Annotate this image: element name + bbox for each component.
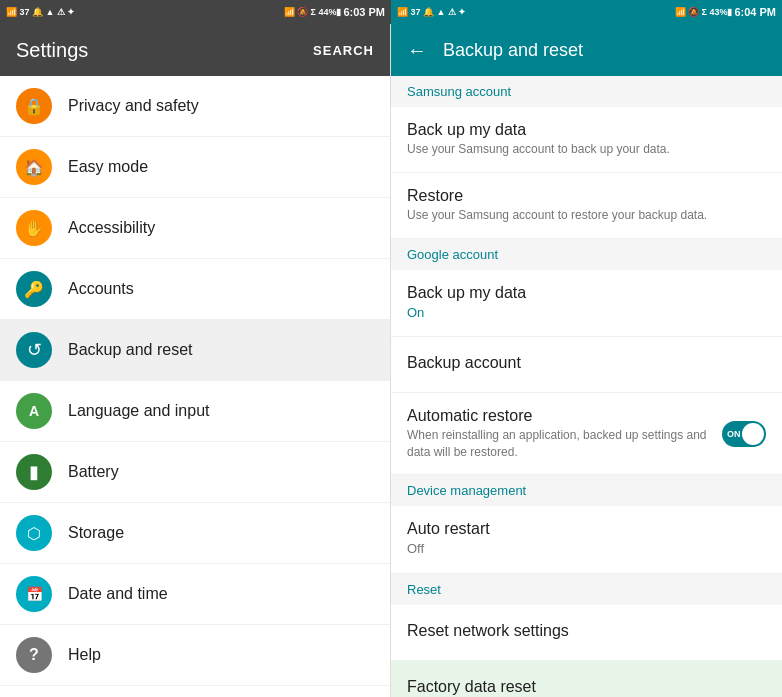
settings-title: Settings [16, 39, 88, 62]
left-status-icons: 📶 37 🔔 ▲ ⚠ ✦ [6, 7, 75, 17]
auto-restart-title: Auto restart [407, 520, 766, 538]
sidebar-item-backup[interactable]: ↺ Backup and reset [0, 320, 390, 381]
accounts-icon: 🔑 [16, 271, 52, 307]
backup-icon: ↺ [16, 332, 52, 368]
sidebar-item-label: Language and input [68, 402, 209, 420]
settings-header: Settings SEARCH [0, 24, 390, 76]
backup-my-data-google[interactable]: Back up my data On [391, 270, 782, 337]
right-status-bar: 📶 37 🔔 ▲ ⚠ ✦ 📶 🔕 Σ 43%▮ 6:04 PM [391, 0, 782, 24]
auto-restart-text: Auto restart Off [407, 520, 766, 558]
backup-my-data-samsung-text: Back up my data Use your Samsung account… [407, 121, 766, 158]
main-content: Settings SEARCH 🔒 Privacy and safety 🏠 E… [0, 24, 782, 697]
storage-icon: ⬡ [16, 515, 52, 551]
settings-panel: Settings SEARCH 🔒 Privacy and safety 🏠 E… [0, 24, 391, 697]
backup-my-data-google-status: On [407, 304, 766, 322]
toggle-on-label: ON [727, 429, 741, 439]
sidebar-item-label: Accessibility [68, 219, 155, 237]
accessibility-icon: ✋ [16, 210, 52, 246]
right-time: 6:04 PM [734, 6, 776, 18]
backup-panel: ← Backup and reset Samsung account Back … [391, 24, 782, 697]
left-battery-area: 📶 🔕 Σ 44%▮ 6:03 PM [284, 6, 386, 18]
auto-restore-text: Automatic restore When reinstalling an a… [407, 407, 722, 461]
datetime-icon: 📅 [16, 576, 52, 612]
back-button[interactable]: ← [407, 39, 427, 62]
sidebar-item-developer[interactable]: {} Developer options [0, 686, 390, 697]
sidebar-item-label: Backup and reset [68, 341, 193, 359]
sidebar-item-accessibility[interactable]: ✋ Accessibility [0, 198, 390, 259]
backup-account-text: Backup account [407, 354, 766, 374]
easy-mode-icon: 🏠 [16, 149, 52, 185]
backup-my-data-samsung-title: Back up my data [407, 121, 766, 139]
help-icon: ? [16, 637, 52, 673]
backup-my-data-samsung[interactable]: Back up my data Use your Samsung account… [391, 107, 782, 173]
sidebar-item-help[interactable]: ? Help [0, 625, 390, 686]
auto-restore-sub: When reinstalling an application, backed… [407, 427, 722, 461]
status-bars: 📶 37 🔔 ▲ ⚠ ✦ 📶 🔕 Σ 44%▮ 6:03 PM 📶 37 🔔 ▲… [0, 0, 782, 24]
auto-restore-toggle[interactable]: ON [722, 421, 766, 447]
right-battery-area: 📶 🔕 Σ 43%▮ 6:04 PM [675, 6, 777, 18]
backup-my-data-google-text: Back up my data On [407, 284, 766, 322]
sidebar-item-language[interactable]: A Language and input [0, 381, 390, 442]
backup-account-title: Backup account [407, 354, 766, 372]
battery-icon: ▮ [16, 454, 52, 490]
reset-network-title: Reset network settings [407, 622, 766, 640]
device-management-header: Device management [391, 475, 782, 506]
auto-restart[interactable]: Auto restart Off [391, 506, 782, 573]
auto-restart-status: Off [407, 540, 766, 558]
backup-my-data-google-title: Back up my data [407, 284, 766, 302]
restore-samsung-title: Restore [407, 187, 766, 205]
reset-network[interactable]: Reset network settings [391, 605, 782, 661]
sidebar-item-battery[interactable]: ▮ Battery [0, 442, 390, 503]
left-status-bar: 📶 37 🔔 ▲ ⚠ ✦ 📶 🔕 Σ 44%▮ 6:03 PM [0, 0, 391, 24]
sidebar-item-datetime[interactable]: 📅 Date and time [0, 564, 390, 625]
left-status-text: 📶 37 🔔 ▲ ⚠ ✦ [6, 7, 75, 17]
auto-restore-title: Automatic restore [407, 407, 722, 425]
sidebar-item-label: Help [68, 646, 101, 664]
settings-list: 🔒 Privacy and safety 🏠 Easy mode ✋ Acces… [0, 76, 390, 697]
auto-restore[interactable]: Automatic restore When reinstalling an a… [391, 393, 782, 476]
sidebar-item-easy-mode[interactable]: 🏠 Easy mode [0, 137, 390, 198]
reset-section-header: Reset [391, 574, 782, 605]
backup-header: ← Backup and reset [391, 24, 782, 76]
left-network-icons: 📶 🔕 Σ 44%▮ [284, 7, 342, 17]
samsung-account-header: Samsung account [391, 76, 782, 107]
sidebar-item-accounts[interactable]: 🔑 Accounts [0, 259, 390, 320]
right-network-icons: 📶 🔕 Σ 43%▮ [675, 7, 733, 17]
restore-samsung-sub: Use your Samsung account to restore your… [407, 207, 766, 224]
sidebar-item-label: Battery [68, 463, 119, 481]
restore-samsung[interactable]: Restore Use your Samsung account to rest… [391, 173, 782, 239]
search-button[interactable]: SEARCH [313, 43, 374, 58]
google-account-header: Google account [391, 239, 782, 270]
privacy-icon: 🔒 [16, 88, 52, 124]
sidebar-item-label: Accounts [68, 280, 134, 298]
right-status-icons: 📶 37 🔔 ▲ ⚠ ✦ [397, 7, 466, 17]
factory-reset-text: Factory data reset [407, 678, 766, 697]
factory-reset[interactable]: Factory data reset [391, 661, 782, 697]
right-status-text: 📶 37 🔔 ▲ ⚠ ✦ [397, 7, 466, 17]
toggle-knob [742, 423, 764, 445]
sidebar-item-label: Easy mode [68, 158, 148, 176]
language-icon: A [16, 393, 52, 429]
sidebar-item-storage[interactable]: ⬡ Storage [0, 503, 390, 564]
backup-account[interactable]: Backup account [391, 337, 782, 393]
reset-network-text: Reset network settings [407, 622, 766, 642]
sidebar-item-label: Date and time [68, 585, 168, 603]
factory-reset-title: Factory data reset [407, 678, 766, 696]
restore-samsung-text: Restore Use your Samsung account to rest… [407, 187, 766, 224]
backup-content: Samsung account Back up my data Use your… [391, 76, 782, 697]
sidebar-item-label: Storage [68, 524, 124, 542]
backup-my-data-samsung-sub: Use your Samsung account to back up your… [407, 141, 766, 158]
sidebar-item-privacy[interactable]: 🔒 Privacy and safety [0, 76, 390, 137]
backup-panel-title: Backup and reset [443, 40, 583, 61]
sidebar-item-label: Privacy and safety [68, 97, 199, 115]
left-time: 6:03 PM [343, 6, 385, 18]
